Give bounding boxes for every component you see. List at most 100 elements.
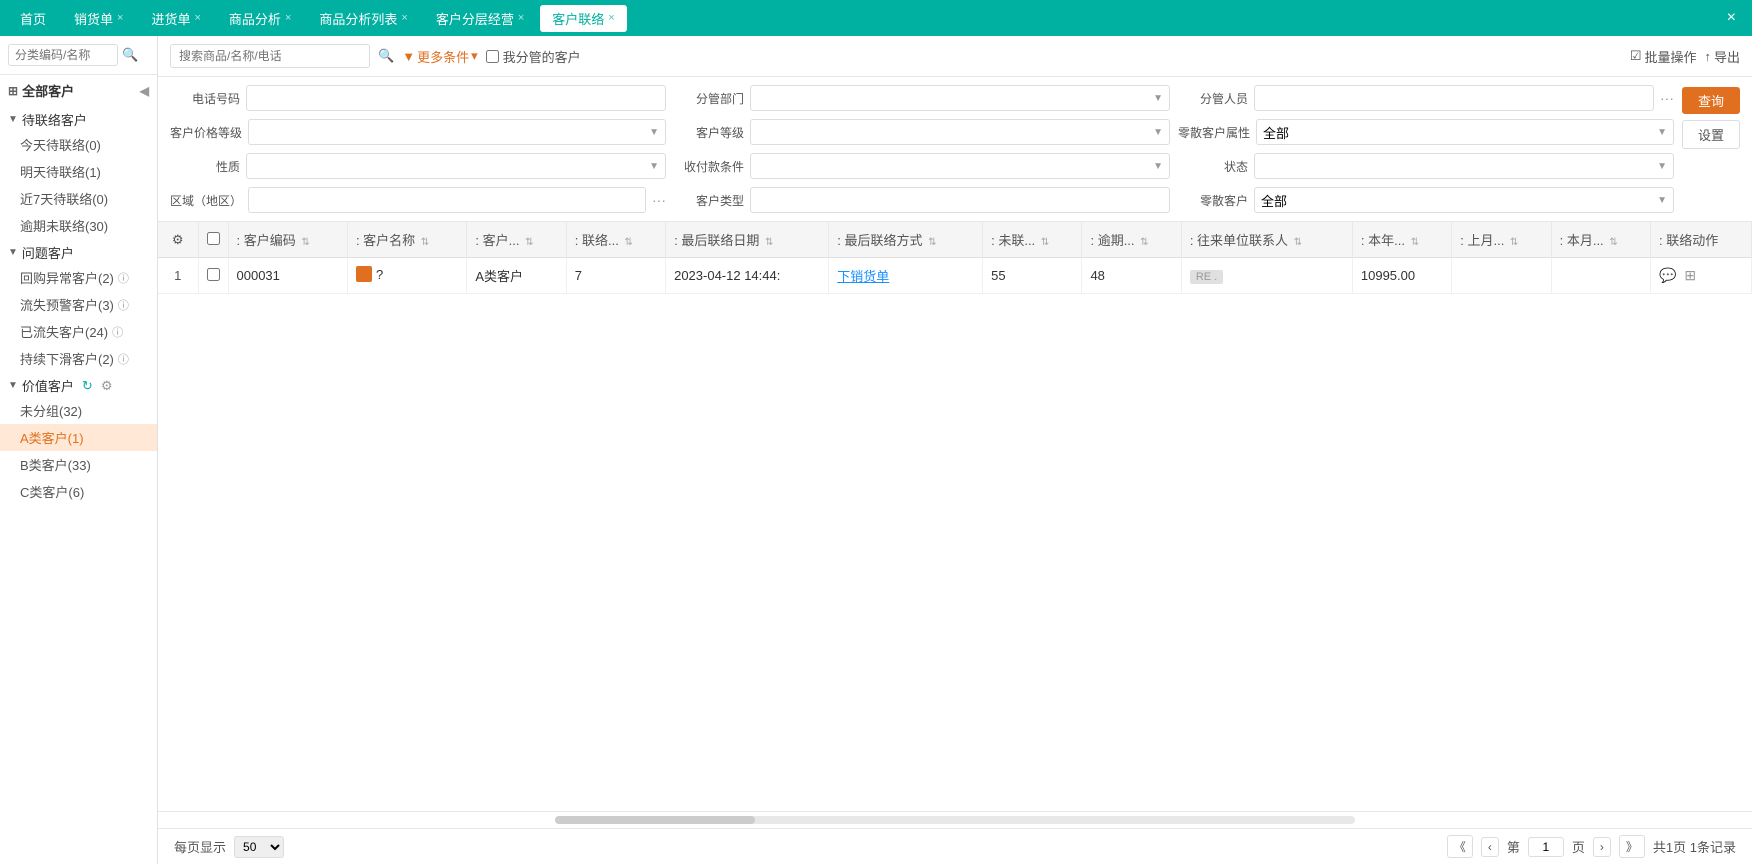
adv-filter-panel: 电话号码 分管部门 ▼ 分管人员	[158, 77, 1752, 222]
retail-customer-dropdown[interactable]: 全部 ▼	[1254, 187, 1674, 213]
page-number-input[interactable]	[1528, 837, 1564, 857]
next-page-btn[interactable]: ›	[1593, 837, 1611, 857]
row-checkbox-cell[interactable]	[198, 258, 228, 294]
col-header-this-year: : 本年... ⇅	[1352, 222, 1451, 258]
cell-actions: 💬 ⊞	[1650, 258, 1751, 294]
payment-dropdown[interactable]: ▼	[750, 153, 1170, 179]
last-page-btn[interactable]: 》	[1619, 835, 1645, 858]
info-icon-3: ⓘ	[118, 351, 129, 367]
sidebar-search-input[interactable]	[8, 44, 118, 66]
cell-last-method[interactable]: 下销货单	[829, 258, 983, 294]
sidebar-item-class-c[interactable]: C类客户(6)	[0, 478, 157, 505]
nav-home[interactable]: 首页	[8, 5, 58, 32]
nav-purchase-order[interactable]: 进货单 ×	[139, 5, 212, 32]
row-checkbox[interactable]	[207, 268, 220, 281]
nav-product-analysis-list[interactable]: 商品分析列表 ×	[307, 5, 419, 32]
page-unit: 页	[1572, 837, 1585, 856]
nav-product-analysis[interactable]: 商品分析 ×	[217, 5, 303, 32]
nav-sales-order[interactable]: 销货单 ×	[62, 5, 135, 32]
batch-op-btn[interactable]: ☑ 批量操作	[1630, 47, 1697, 66]
sort-icon-not-contacted: ⇅	[1041, 237, 1049, 248]
color-indicator	[356, 266, 372, 282]
grid-icon: ⊞	[8, 84, 18, 98]
sidebar-item-churn-warning[interactable]: 流失预警客户(3) ⓘ	[0, 291, 157, 318]
checkbox-column-header[interactable]	[198, 222, 228, 258]
price-grade-dropdown[interactable]: ▼	[248, 119, 666, 145]
sort-icon-name: ⇅	[421, 237, 429, 248]
sort-icon-last-month: ⇅	[1510, 237, 1518, 248]
sidebar-item-overdue-pending[interactable]: 逾期未联络(30)	[0, 212, 157, 239]
prev-page-btn[interactable]: ‹	[1481, 837, 1499, 857]
close-product-analysis[interactable]: ×	[285, 12, 291, 24]
cell-not-contacted: 55	[983, 258, 1082, 294]
customer-type-field: 客户类型	[674, 187, 1170, 213]
nature-arrow: ▼	[649, 161, 659, 172]
sidebar-item-abnormal-repurchase[interactable]: 回购异常客户(2) ⓘ	[0, 264, 157, 291]
sidebar-item-declining[interactable]: 持续下滑客户(2) ⓘ	[0, 345, 157, 372]
cell-code: 000031	[228, 258, 347, 294]
close-all-btn[interactable]: ×	[1719, 9, 1744, 27]
nature-dropdown[interactable]: ▼	[246, 153, 666, 179]
region-dots[interactable]: ···	[652, 192, 666, 208]
gear-column-header[interactable]: ⚙	[158, 222, 198, 258]
close-product-analysis-list[interactable]: ×	[401, 12, 407, 24]
sidebar-search-icon[interactable]: 🔍	[122, 47, 138, 63]
sidebar-item-churned[interactable]: 已流失客户(24) ⓘ	[0, 318, 157, 345]
customer-type-input[interactable]	[750, 187, 1170, 213]
collapse-btn[interactable]: ◀	[140, 84, 149, 98]
refresh-icon[interactable]: ↻	[82, 378, 93, 394]
phone-input[interactable]	[246, 85, 666, 111]
first-page-btn[interactable]: 《	[1447, 835, 1473, 858]
main-layout: 🔍 ⊞ 全部客户 ◀ ▼ 待联络客户 今天待联络(0) 明天待联络(1) 近7天…	[0, 36, 1752, 864]
sidebar-search-area: 🔍	[0, 36, 157, 75]
my-customers-checkbox-label[interactable]: 我分管的客户	[486, 47, 581, 66]
export-btn[interactable]: ↑ 导出	[1704, 47, 1740, 66]
scrollbar-thumb[interactable]	[555, 816, 755, 824]
nav-customer-segment[interactable]: 客户分层经营 ×	[424, 5, 536, 32]
dept-dropdown[interactable]: ▼	[750, 85, 1170, 111]
col-header-overdue: : 逾期... ⇅	[1082, 222, 1181, 258]
horizontal-scrollbar[interactable]	[555, 816, 1355, 824]
close-customer-contact[interactable]: ×	[608, 12, 614, 24]
customer-grade-field: 客户等级 ▼	[674, 119, 1170, 145]
manager-dots[interactable]: ···	[1660, 90, 1674, 106]
filter-search-icon[interactable]: 🔍	[378, 48, 394, 64]
region-input[interactable]	[248, 187, 646, 213]
adv-settings-btn[interactable]: 设置	[1682, 120, 1740, 149]
grid-action-icon[interactable]: ⊞	[1684, 267, 1696, 284]
sidebar-item-unclassified[interactable]: 未分组(32)	[0, 397, 157, 424]
close-sales-order[interactable]: ×	[117, 12, 123, 24]
sidebar: 🔍 ⊞ 全部客户 ◀ ▼ 待联络客户 今天待联络(0) 明天待联络(1) 近7天…	[0, 36, 158, 864]
close-customer-segment[interactable]: ×	[518, 12, 524, 24]
chat-icon[interactable]: 💬	[1659, 267, 1676, 284]
manager-input[interactable]	[1254, 85, 1654, 111]
dept-arrow: ▼	[1153, 93, 1163, 104]
select-all-checkbox[interactable]	[207, 232, 220, 245]
retail-attr-dropdown[interactable]: 全部 ▼	[1256, 119, 1674, 145]
phone-field: 电话号码	[170, 85, 666, 111]
customer-grade-dropdown[interactable]: ▼	[750, 119, 1170, 145]
filter-row-1: 电话号码 分管部门 ▼ 分管人员	[170, 85, 1674, 111]
sidebar-item-tomorrow-pending[interactable]: 明天待联络(1)	[0, 158, 157, 185]
sidebar-item-class-b[interactable]: B类客户(33)	[0, 451, 157, 478]
status-dropdown[interactable]: ▼	[1254, 153, 1674, 179]
last-method-link[interactable]: 下销货单	[837, 269, 889, 284]
page-size-select[interactable]: 50 100 200	[234, 836, 284, 858]
settings-icon[interactable]: ⚙	[101, 378, 113, 394]
all-customers-header[interactable]: ⊞ 全部客户 ◀	[0, 75, 157, 106]
sidebar-item-today-pending[interactable]: 今天待联络(0)	[0, 131, 157, 158]
sidebar-item-7days-pending[interactable]: 近7天待联络(0)	[0, 185, 157, 212]
my-customers-checkbox[interactable]	[486, 50, 499, 63]
more-conditions-btn[interactable]: ▼ 更多条件 ▾	[402, 47, 477, 66]
retail-attr-label: 零散客户属性	[1178, 124, 1250, 141]
price-grade-label: 客户价格等级	[170, 124, 242, 141]
info-icon-0: ⓘ	[118, 270, 129, 286]
query-btn[interactable]: 查询	[1682, 87, 1740, 114]
nav-customer-contact[interactable]: 客户联络 ×	[540, 5, 626, 32]
close-purchase-order[interactable]: ×	[194, 12, 200, 24]
col-header-this-month: : 本月... ⇅	[1551, 222, 1650, 258]
customer-grade-label: 客户等级	[674, 124, 744, 141]
sidebar-item-class-a[interactable]: A类客户(1)	[0, 424, 157, 451]
problem-customers-group: ▼ 问题客户	[0, 239, 157, 264]
filter-search-input[interactable]	[170, 44, 370, 68]
